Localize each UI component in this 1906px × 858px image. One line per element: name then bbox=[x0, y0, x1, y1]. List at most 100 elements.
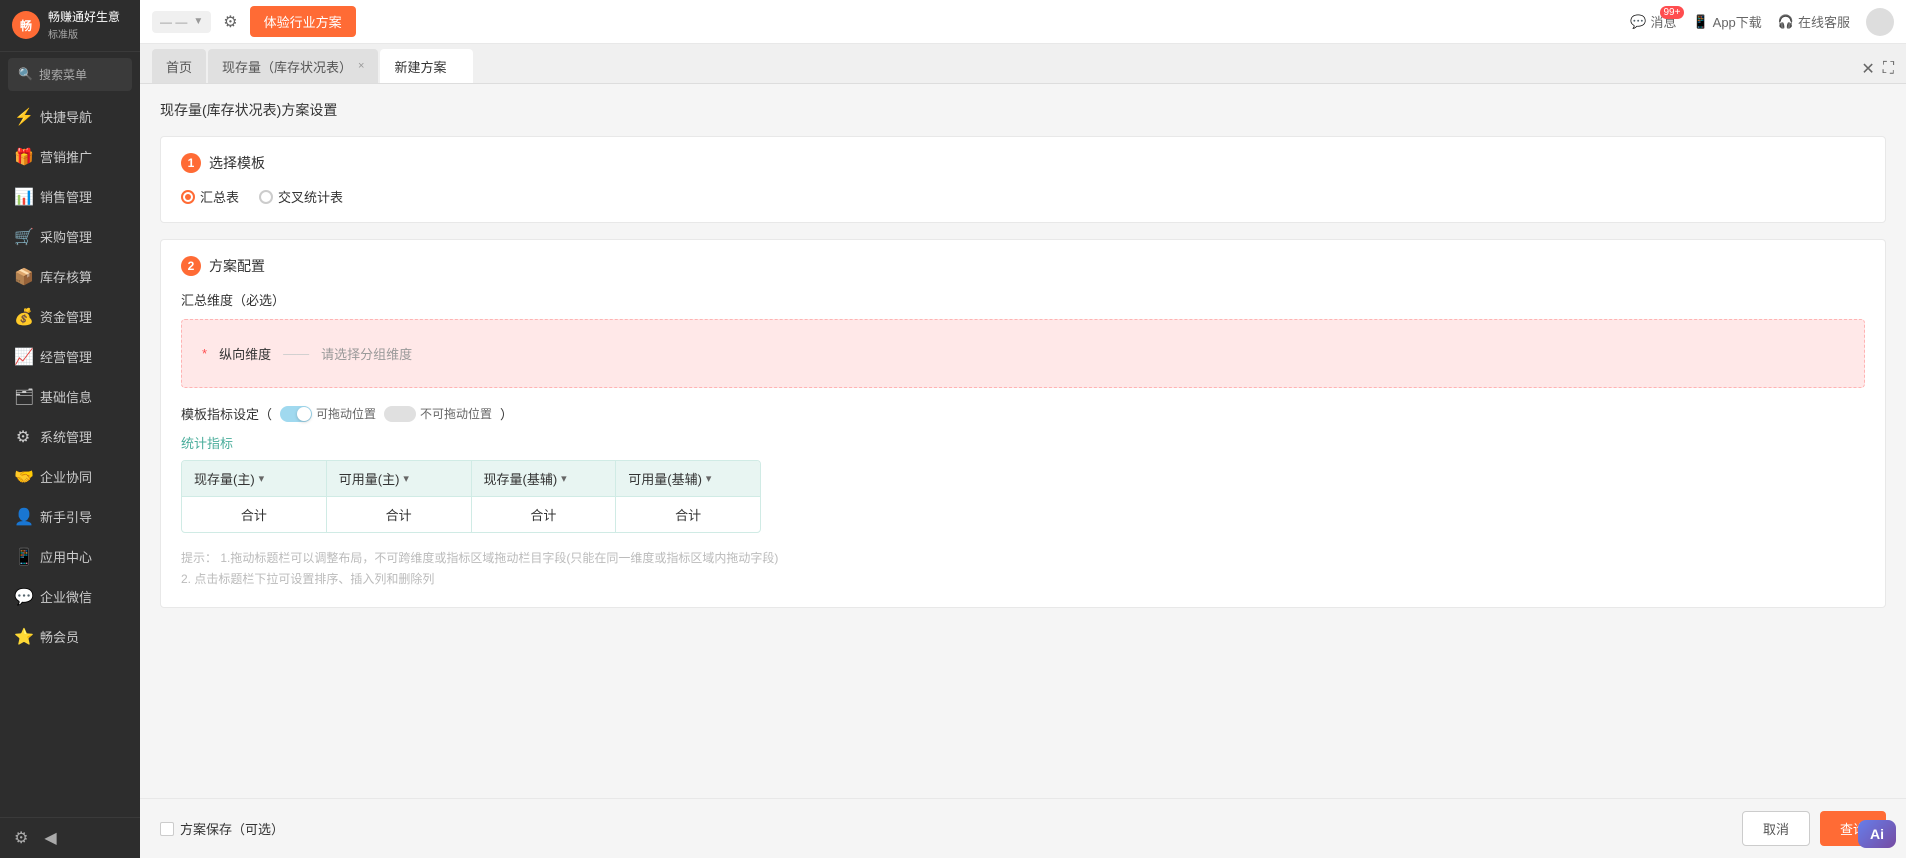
tab-label: 新建方案 bbox=[394, 57, 446, 76]
tab-new-scheme[interactable]: 新建方案 × bbox=[380, 49, 472, 83]
toggle-circle bbox=[297, 407, 311, 421]
tab-label: 现存量（库存状况表） bbox=[222, 57, 352, 76]
sidebar-search[interactable]: 🔍 搜索菜单 bbox=[8, 58, 132, 91]
ai-assistant-button[interactable]: Ai bbox=[1858, 820, 1896, 848]
dimension-selector[interactable]: * 纵向维度 —— 请选择分组维度 bbox=[181, 319, 1865, 388]
enterprise-icon: 🤝 bbox=[14, 467, 32, 487]
section1-header: 1 选择模板 bbox=[181, 153, 1865, 173]
profile-dropdown-icon: ▼ bbox=[193, 16, 203, 27]
sidebar-item-inventory[interactable]: 📦 库存核算 bbox=[0, 257, 140, 297]
page-title: 现存量(库存状况表)方案设置 bbox=[160, 100, 1886, 120]
indicator-table-header: 现存量(主) ▾ 可用量(主) ▾ 现存量(基辅) ▾ bbox=[182, 461, 760, 496]
sidebar-item-label: 企业微信 bbox=[40, 587, 92, 606]
quicknav-icon: ⚡ bbox=[14, 107, 32, 127]
bottom-bar: 方案保存（可选） 取消 查询 bbox=[140, 798, 1906, 858]
sidebar-item-appcenter[interactable]: 📱 应用中心 bbox=[0, 537, 140, 577]
sidebar-item-label: 资金管理 bbox=[40, 307, 92, 326]
radio-cross-circle bbox=[259, 190, 273, 204]
sidebar-item-sales[interactable]: 📊 销售管理 bbox=[0, 177, 140, 217]
search-label: 搜索菜单 bbox=[39, 66, 87, 83]
sidebar-item-label: 系统管理 bbox=[40, 427, 92, 446]
sales-icon: 📊 bbox=[14, 187, 32, 207]
operations-icon: 📈 bbox=[14, 347, 32, 367]
indicator-settings: 模板指标设定（ 可拖动位置 不可拖动位置 ） 统 bbox=[181, 404, 1865, 533]
messages-button[interactable]: 💬 消息 99+ bbox=[1630, 12, 1676, 31]
toggle-immovable-box bbox=[384, 406, 416, 422]
app-logo-icon: 畅 bbox=[12, 11, 40, 39]
sidebar-collapse-icon[interactable]: ◀ bbox=[44, 828, 56, 848]
radio-cross-label: 交叉统计表 bbox=[278, 187, 343, 206]
topbar-gear-icon[interactable]: ⚙ bbox=[219, 8, 241, 36]
topbar-actions: 💬 消息 99+ 📱 App下载 🎧 在线客服 bbox=[1630, 8, 1894, 36]
col-arrow-icon[interactable]: ▾ bbox=[403, 472, 409, 485]
sidebar-nav: ⚡ 快捷导航 🎁 营销推广 📊 销售管理 🛒 采购管理 📦 库存核算 💰 资金管… bbox=[0, 97, 140, 817]
tab-close-icon[interactable]: × bbox=[452, 60, 458, 72]
wechat-icon: 💬 bbox=[14, 587, 32, 607]
sidebar-item-quicknav[interactable]: ⚡ 快捷导航 bbox=[0, 97, 140, 137]
radio-cross[interactable]: 交叉统计表 bbox=[259, 187, 343, 206]
sidebar-item-operations[interactable]: 📈 经营管理 bbox=[0, 337, 140, 377]
trial-button[interactable]: 体验行业方案 bbox=[250, 6, 356, 37]
stat-indicator-title: 统计指标 bbox=[181, 433, 1865, 452]
section1-num: 1 bbox=[181, 153, 201, 173]
radio-summary-circle bbox=[181, 190, 195, 204]
sidebar-item-newbie[interactable]: 👤 新手引导 bbox=[0, 497, 140, 537]
sidebar-logo[interactable]: 畅 畅赚通好生意 标准版 bbox=[0, 0, 140, 52]
panel-expand-icon[interactable]: ⛶ bbox=[1883, 60, 1894, 78]
app-name-block: 畅赚通好生意 标准版 bbox=[48, 10, 120, 41]
tab-label: 首页 bbox=[166, 57, 192, 76]
sidebar-item-wechat[interactable]: 💬 企业微信 bbox=[0, 577, 140, 617]
indicator-col-1[interactable]: 可用量(主) ▾ bbox=[327, 461, 472, 496]
sidebar-item-marketing[interactable]: 🎁 营销推广 bbox=[0, 137, 140, 177]
sidebar-item-label: 企业协同 bbox=[40, 467, 92, 486]
system-icon: ⚙ bbox=[14, 427, 32, 447]
sidebar-item-label: 快捷导航 bbox=[40, 107, 92, 126]
tab-close-icon[interactable]: × bbox=[358, 60, 364, 72]
indicator-col-3[interactable]: 可用量(基辅) ▾ bbox=[616, 461, 760, 496]
online-service-button[interactable]: 🎧 在线客服 bbox=[1778, 12, 1850, 31]
col-arrow-icon[interactable]: ▾ bbox=[561, 472, 567, 485]
download-icon: 📱 bbox=[1692, 14, 1708, 30]
panel-close-icon[interactable]: ✕ bbox=[1861, 59, 1874, 79]
user-avatar[interactable] bbox=[1866, 8, 1894, 36]
save-option-label: 方案保存（可选） bbox=[180, 819, 284, 838]
section2-num: 2 bbox=[181, 256, 201, 276]
col-label: 现存量(基辅) bbox=[484, 469, 558, 488]
col-label: 可用量(主) bbox=[339, 469, 400, 488]
topbar: — — ▼ ⚙ 体验行业方案 💬 消息 99+ 📱 App下载 🎧 在线客服 bbox=[140, 0, 1906, 44]
sidebar-item-finance[interactable]: 💰 资金管理 bbox=[0, 297, 140, 337]
radio-summary-label: 汇总表 bbox=[200, 187, 239, 206]
tab-inventory-status[interactable]: 现存量（库存状况表） × bbox=[208, 49, 378, 83]
sidebar-item-label: 基础信息 bbox=[40, 387, 92, 406]
indicator-col-2[interactable]: 现存量(基辅) ▾ bbox=[472, 461, 617, 496]
toggle-movable[interactable]: 可拖动位置 bbox=[280, 405, 376, 422]
sidebar-item-purchase[interactable]: 🛒 采购管理 bbox=[0, 217, 140, 257]
radio-summary[interactable]: 汇总表 bbox=[181, 187, 239, 206]
inventory-icon: 📦 bbox=[14, 267, 32, 287]
indicator-settings-label: 模板指标设定（ 可拖动位置 不可拖动位置 ） bbox=[181, 404, 1865, 423]
sidebar-item-basicinfo[interactable]: 🗂 基础信息 bbox=[0, 377, 140, 417]
messages-badge: 99+ bbox=[1660, 6, 1685, 19]
profile-selector[interactable]: — — ▼ bbox=[152, 11, 211, 33]
save-checkbox[interactable] bbox=[160, 822, 174, 836]
save-option[interactable]: 方案保存（可选） bbox=[160, 819, 284, 838]
toggle-movable-box[interactable] bbox=[280, 406, 312, 422]
indicator-col-0[interactable]: 现存量(主) ▾ bbox=[182, 461, 327, 496]
cancel-button[interactable]: 取消 bbox=[1742, 811, 1810, 846]
app-download-label: App下载 bbox=[1713, 12, 1762, 31]
sidebar-item-enterprise[interactable]: 🤝 企业协同 bbox=[0, 457, 140, 497]
dimension-label: 汇总维度（必选） bbox=[181, 290, 1865, 309]
sidebar-item-member[interactable]: ⭐ 畅会员 bbox=[0, 617, 140, 657]
sidebar-item-system[interactable]: ⚙ 系统管理 bbox=[0, 417, 140, 457]
tab-home[interactable]: 首页 bbox=[152, 49, 206, 83]
indicator-table-row-0: 合计 合计 合计 合计 bbox=[182, 496, 760, 532]
tab-bar: 首页 现存量（库存状况表） × 新建方案 × ✕ ⛶ bbox=[140, 44, 1906, 84]
sidebar-settings-icon[interactable]: ⚙ bbox=[14, 828, 28, 848]
indicator-label-text: 模板指标设定（ bbox=[181, 404, 272, 423]
sidebar: 畅 畅赚通好生意 标准版 🔍 搜索菜单 ⚡ 快捷导航 🎁 营销推广 📊 销售管理… bbox=[0, 0, 140, 858]
app-download-button[interactable]: 📱 App下载 bbox=[1692, 12, 1761, 31]
immovable-label: 不可拖动位置 bbox=[420, 405, 492, 422]
col-arrow-icon[interactable]: ▾ bbox=[706, 472, 712, 485]
col-label: 可用量(基辅) bbox=[628, 469, 702, 488]
col-arrow-icon[interactable]: ▾ bbox=[259, 472, 265, 485]
